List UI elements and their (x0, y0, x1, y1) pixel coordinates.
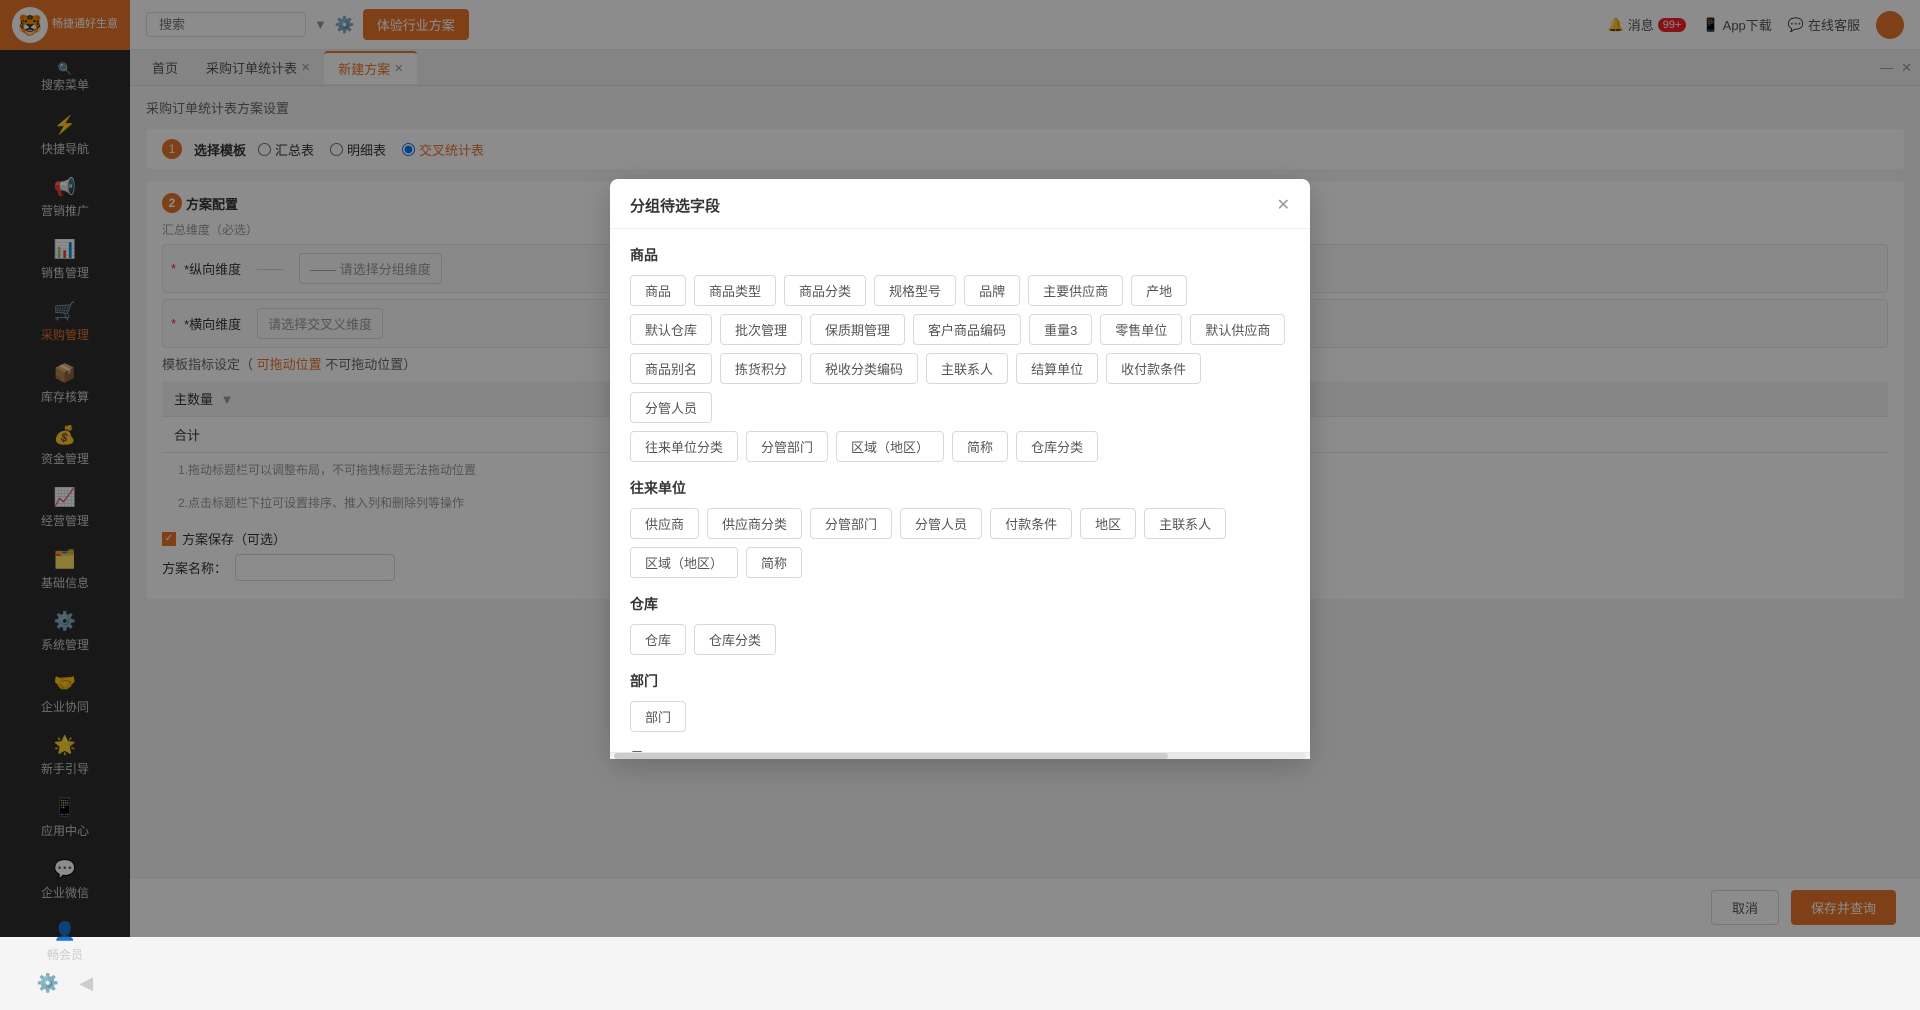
field-tag-short-name[interactable]: 简称 (952, 431, 1008, 462)
field-tag-wh[interactable]: 仓库 (630, 624, 686, 655)
field-tag-department[interactable]: 部门 (630, 701, 686, 732)
partner-fields: 供应商 供应商分类 分管部门 分管人员 付款条件 地区 主联系人 (630, 508, 1290, 539)
field-tag-spec-type[interactable]: 规格型号 (874, 275, 956, 306)
field-tag-wh-category[interactable]: 仓库分类 (694, 624, 776, 655)
field-tag-pickup-points[interactable]: 拣货积分 (720, 353, 802, 384)
modal-scrollbar-bottom (610, 752, 1310, 759)
field-group-warehouse: 仓库 仓库 仓库分类 (630, 594, 1290, 655)
group-title-product: 商品 (630, 245, 1290, 265)
field-select-modal: 分组待选字段 ✕ 商品 商品 商品类型 商品分类 规格型号 品牌 主要供应商 产… (610, 179, 1310, 759)
field-tag-quality-mgmt[interactable]: 保质期管理 (810, 314, 905, 345)
field-tag-settlement-unit[interactable]: 结算单位 (1016, 353, 1098, 384)
field-tag-mgr-staff[interactable]: 分管人员 (630, 392, 712, 423)
field-tag-product-alias[interactable]: 商品别名 (630, 353, 712, 384)
field-tag-dept-staff-partner[interactable]: 分管人员 (900, 508, 982, 539)
field-tag-customer-code[interactable]: 客户商品编码 (913, 314, 1021, 345)
field-tag-payment-terms[interactable]: 收付款条件 (1106, 353, 1201, 384)
product-fields-row4: 往来单位分类 分管部门 区域（地区） 简称 仓库分类 (630, 431, 1290, 462)
field-group-product: 商品 商品 商品类型 商品分类 规格型号 品牌 主要供应商 产地 默认仓库 批次… (630, 245, 1290, 462)
warehouse-fields: 仓库 仓库分类 (630, 624, 1290, 655)
modal-header: 分组待选字段 ✕ (610, 179, 1310, 229)
modal-title: 分组待选字段 (630, 195, 720, 216)
field-group-dept: 部门 部门 (630, 671, 1290, 732)
sidebar-bottom: ⚙️ ◀ (37, 973, 93, 1010)
field-tag-default-supplier[interactable]: 默认供应商 (1190, 314, 1285, 345)
field-tag-retail-unit[interactable]: 零售单位 (1100, 314, 1182, 345)
field-tag-short-name2[interactable]: 简称 (746, 547, 802, 578)
field-group-partner: 往来单位 供应商 供应商分类 分管部门 分管人员 付款条件 地区 主联系人 区域… (630, 478, 1290, 578)
modal-overlay: 分组待选字段 ✕ 商品 商品 商品类型 商品分类 规格型号 品牌 主要供应商 产… (0, 0, 1920, 937)
field-tag-supplier-cat[interactable]: 供应商分类 (707, 508, 802, 539)
group-title-dept: 部门 (630, 671, 1290, 691)
settings-icon[interactable]: ⚙️ (37, 973, 59, 994)
modal-close-button[interactable]: ✕ (1277, 195, 1290, 215)
scrollbar-thumb (614, 753, 1168, 759)
collapse-icon[interactable]: ◀ (79, 973, 93, 994)
dept-fields: 部门 (630, 701, 1290, 732)
field-tag-brand[interactable]: 品牌 (964, 275, 1020, 306)
field-tag-main-contact[interactable]: 主联系人 (926, 353, 1008, 384)
product-fields: 商品 商品类型 商品分类 规格型号 品牌 主要供应商 产地 (630, 275, 1290, 306)
field-tag-weight3[interactable]: 重量3 (1029, 314, 1092, 345)
field-tag-dept-partner[interactable]: 分管部门 (810, 508, 892, 539)
field-tag-dept-mgr[interactable]: 分管部门 (746, 431, 828, 462)
product-fields-row2: 默认仓库 批次管理 保质期管理 客户商品编码 重量3 零售单位 默认供应商 (630, 314, 1290, 345)
field-tag-main-supplier[interactable]: 主要供应商 (1028, 275, 1123, 306)
field-tag-from-unit-cat[interactable]: 往来单位分类 (630, 431, 738, 462)
field-tag-tax-code[interactable]: 税收分类编码 (810, 353, 918, 384)
field-tag-area[interactable]: 地区 (1080, 508, 1136, 539)
field-tag-origin[interactable]: 产地 (1131, 275, 1187, 306)
group-title-warehouse: 仓库 (630, 594, 1290, 614)
field-tag-partner-contact[interactable]: 主联系人 (1144, 508, 1226, 539)
partner-fields-row2: 区域（地区） 简称 (630, 547, 1290, 578)
field-tag-product[interactable]: 商品 (630, 275, 686, 306)
group-title-partner: 往来单位 (630, 478, 1290, 498)
product-fields-row3: 商品别名 拣货积分 税收分类编码 主联系人 结算单位 收付款条件 分管人员 (630, 353, 1290, 423)
field-tag-batch-mgmt[interactable]: 批次管理 (720, 314, 802, 345)
horizontal-scrollbar[interactable] (614, 753, 1306, 759)
field-tag-payment-cond[interactable]: 付款条件 (990, 508, 1072, 539)
field-tag-wh-cat[interactable]: 仓库分类 (1016, 431, 1098, 462)
modal-body: 商品 商品 商品类型 商品分类 规格型号 品牌 主要供应商 产地 默认仓库 批次… (610, 229, 1310, 752)
field-tag-region[interactable]: 区域（地区） (836, 431, 944, 462)
field-tag-product-category[interactable]: 商品分类 (784, 275, 866, 306)
field-tag-region2[interactable]: 区域（地区） (630, 547, 738, 578)
field-tag-product-type[interactable]: 商品类型 (694, 275, 776, 306)
field-tag-supplier[interactable]: 供应商 (630, 508, 699, 539)
field-tag-default-warehouse[interactable]: 默认仓库 (630, 314, 712, 345)
